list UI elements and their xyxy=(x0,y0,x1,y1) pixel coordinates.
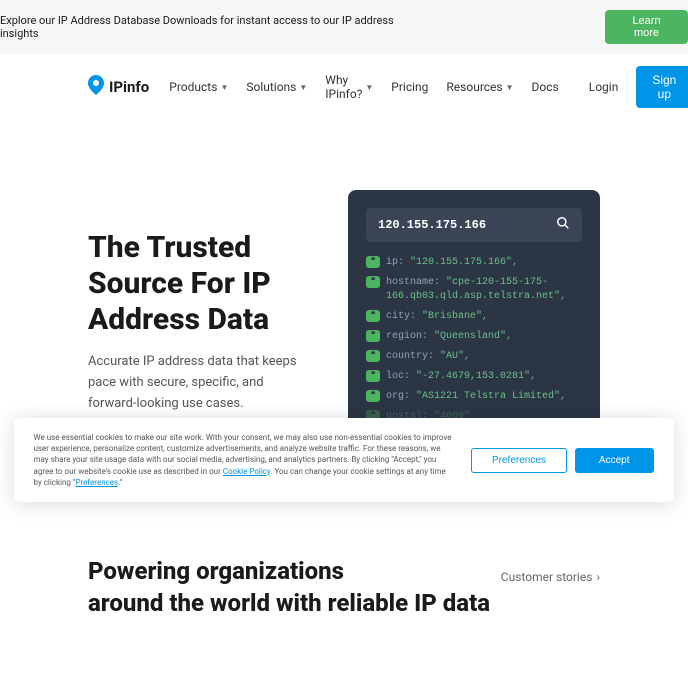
nav-solutions[interactable]: Solutions▼ xyxy=(246,80,307,94)
quote-icon: ❝ xyxy=(366,310,380,322)
json-line: ❝ip: "120.155.175.166", xyxy=(366,256,582,270)
preferences-link[interactable]: Preferences xyxy=(76,478,119,487)
customer-stories-link[interactable]: Customer stories › xyxy=(501,570,600,584)
nav-docs[interactable]: Docs xyxy=(532,80,559,94)
announcement-bar: Explore our IP Address Database Download… xyxy=(0,0,688,54)
search-icon[interactable] xyxy=(556,216,570,234)
hero-subtitle: Accurate IP address data that keeps pace… xyxy=(88,352,308,414)
login-link[interactable]: Login xyxy=(589,80,619,94)
brand-name: IPinfo xyxy=(109,78,149,96)
nav-products[interactable]: Products▼ xyxy=(169,80,228,94)
nav-pricing[interactable]: Pricing xyxy=(391,80,428,94)
pin-icon xyxy=(88,75,104,99)
cookie-buttons: Preferences Accept xyxy=(472,448,655,473)
chevron-down-icon: ▼ xyxy=(299,83,307,92)
quote-icon: ❝ xyxy=(366,370,380,382)
cookie-text: We use essential cookies to make our sit… xyxy=(34,432,454,488)
json-line: ❝region: "Queensland", xyxy=(366,330,582,344)
json-line: ❝org: "AS1221 Telstra Limited", xyxy=(366,390,582,404)
json-line: ❝city: "Brisbane", xyxy=(366,310,582,324)
accept-button[interactable]: Accept xyxy=(575,448,654,473)
json-output: ❝ip: "120.155.175.166", ❝hostname: "cpe-1… xyxy=(366,256,582,424)
ip-search-row xyxy=(366,208,582,242)
json-line: ❝loc: "-27.4679,153.0281", xyxy=(366,370,582,384)
learn-more-button[interactable]: Learn more xyxy=(605,10,688,44)
signup-button[interactable]: Sign up xyxy=(636,66,688,108)
cookie-banner: We use essential cookies to make our sit… xyxy=(14,418,674,502)
chevron-down-icon: ▼ xyxy=(365,83,373,92)
chevron-right-icon: › xyxy=(596,570,600,584)
main-nav: IPinfo Products▼ Solutions▼ Why IPinfo?▼… xyxy=(0,54,688,120)
logo[interactable]: IPinfo xyxy=(88,75,149,99)
cookie-policy-link[interactable]: Cookie Policy xyxy=(223,467,271,476)
nav-why[interactable]: Why IPinfo?▼ xyxy=(325,73,373,101)
powering-section: Powering organizations around the world … xyxy=(0,526,688,678)
quote-icon: ❝ xyxy=(366,330,380,342)
ip-search-input[interactable] xyxy=(378,218,556,232)
json-line: ❝hostname: "cpe-120-155-175-166.qb03.qld… xyxy=(366,276,582,304)
nav-resources[interactable]: Resources▼ xyxy=(446,80,513,94)
section-title: Powering organizations around the world … xyxy=(88,556,490,618)
nav-links: Products▼ Solutions▼ Why IPinfo?▼ Pricin… xyxy=(169,66,688,108)
preferences-button[interactable]: Preferences xyxy=(472,448,568,473)
quote-icon: ❝ xyxy=(366,350,380,362)
quote-icon: ❝ xyxy=(366,256,380,268)
quote-icon: ❝ xyxy=(366,276,380,288)
chevron-down-icon: ▼ xyxy=(506,83,514,92)
hero-title: The Trusted Source For IP Address Data xyxy=(88,230,308,338)
quote-icon: ❝ xyxy=(366,390,380,402)
chevron-down-icon: ▼ xyxy=(220,83,228,92)
json-line: ❝country: "AU", xyxy=(366,350,582,364)
announcement-text: Explore our IP Address Database Download… xyxy=(0,14,425,40)
